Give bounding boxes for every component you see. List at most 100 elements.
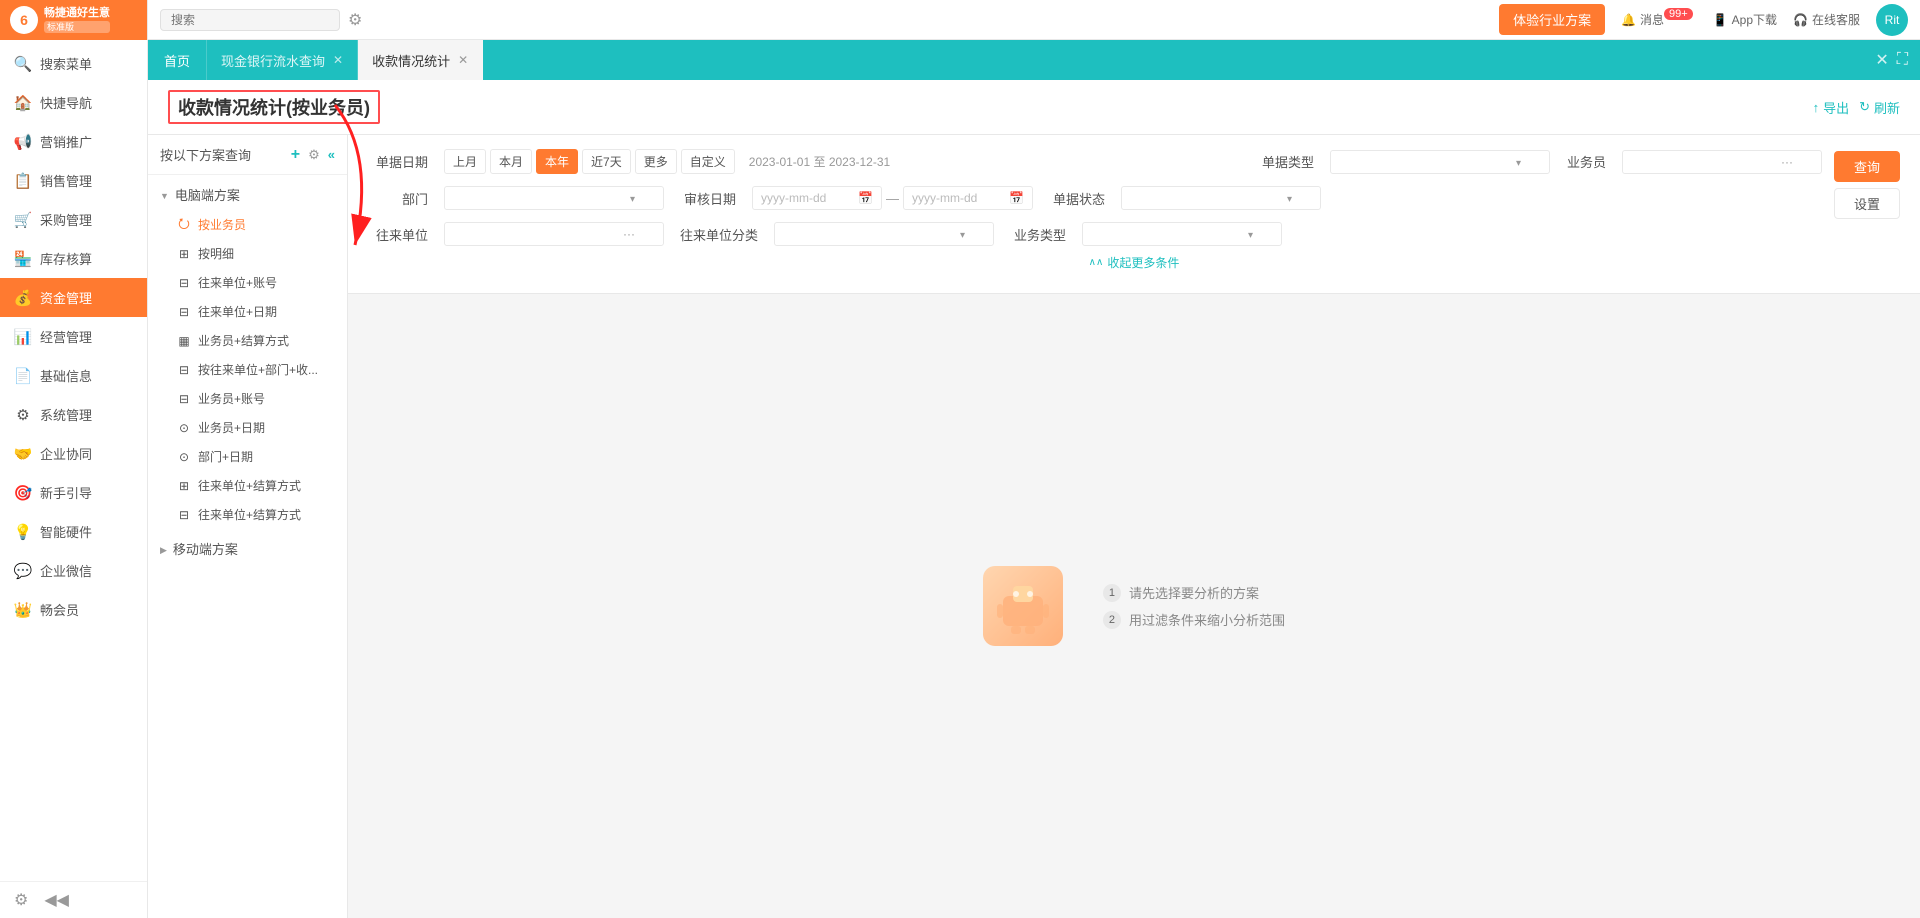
inventory-icon: 🏪	[14, 250, 32, 268]
sidebar-item-purchase[interactable]: 🛒 采购管理	[0, 200, 147, 239]
counterpart-label: 往来单位	[368, 225, 428, 244]
schema-item-unit-date[interactable]: ⊟ 往来单位+日期	[148, 297, 347, 326]
online-service-label: 在线客服	[1812, 11, 1860, 28]
sidebar-item-search[interactable]: 🔍 搜索菜单	[0, 44, 147, 83]
schema-group-desktop-title[interactable]: 电脑端方案	[148, 179, 347, 210]
counterpart-cat-select[interactable]	[774, 222, 994, 246]
empty-robot-illustration	[983, 566, 1063, 646]
sidebar-bottom: ⚙ ◀◀	[0, 881, 147, 918]
basic-icon: 📄	[14, 367, 32, 385]
schema-item-dept-date[interactable]: ⊙ 部门+日期	[148, 442, 347, 471]
tab-collection-stats-close[interactable]: ✕	[458, 53, 468, 67]
tab-bar-right: ✕ ⛶	[1875, 50, 1920, 70]
schema-item-salesman-settle[interactable]: ▦ 业务员+结算方式	[148, 326, 347, 355]
topbar-settings-icon[interactable]: ⚙	[348, 10, 362, 30]
settings-button[interactable]: 设置	[1834, 188, 1900, 219]
date-tab-this-year[interactable]: 本年	[536, 149, 578, 174]
salesman-account-icon: ⊟	[176, 391, 192, 407]
tab-expand-icon[interactable]: ⛶	[1897, 51, 1908, 69]
doc-type-select[interactable]	[1330, 150, 1550, 174]
sidebar-item-hardware[interactable]: 💡 智能硬件	[0, 512, 147, 551]
date-tab-custom[interactable]: 自定义	[681, 149, 735, 174]
left-panel-header: 按以下方案查询 + ⚙ «	[148, 135, 347, 175]
counterpart-select[interactable]: ···	[444, 222, 664, 246]
date-dash: —	[886, 191, 899, 206]
salesman-settle-icon: ▦	[176, 333, 192, 349]
operation-icon: 📊	[14, 328, 32, 346]
page-title: 收款情况统计(按业务员)	[178, 98, 370, 118]
topbar-search-input[interactable]	[160, 9, 340, 31]
sidebar-item-system[interactable]: ⚙ 系统管理	[0, 395, 147, 434]
sidebar-item-sales[interactable]: 📋 销售管理	[0, 161, 147, 200]
date-tab-7days[interactable]: 近7天	[582, 149, 631, 174]
schema-settings-icon[interactable]: ⚙	[308, 147, 320, 163]
collapse-bar[interactable]: ∧∧ 收起更多条件	[368, 246, 1900, 279]
date-label: 单据日期	[368, 152, 428, 171]
filter-row-1: 单据日期 上月 本月 本年 近7天 更多 自定义 20	[368, 149, 1822, 174]
query-button[interactable]: 查询	[1834, 151, 1900, 182]
left-panel-header-icons: + ⚙ «	[291, 146, 335, 164]
tab-home[interactable]: 首页	[148, 40, 207, 80]
system-icon: ⚙	[14, 406, 32, 424]
schema-item-salesman-account[interactable]: ⊟ 业务员+账号	[148, 384, 347, 413]
unit-settle2-icon: ⊟	[176, 507, 192, 523]
online-service-icon-area[interactable]: 🎧 在线客服	[1793, 11, 1860, 28]
trial-button[interactable]: 体验行业方案	[1499, 4, 1605, 35]
dept-select[interactable]	[444, 186, 664, 210]
schema-item-unit-settle1[interactable]: ⊞ 往来单位+结算方式	[148, 471, 347, 500]
sidebar-item-basic[interactable]: 📄 基础信息	[0, 356, 147, 395]
topbar-right: 体验行业方案 🔔 消息 99+ 📱 App下载 🎧 在线客服 Rit	[1483, 4, 1908, 36]
sidebar-menu: 🔍 搜索菜单 🏠 快捷导航 📢 营销推广 📋 销售管理 🛒 采购管理 🏪 库存核…	[0, 40, 147, 881]
tab-bank-flow-close[interactable]: ✕	[333, 53, 343, 67]
service-icon: 🎧	[1793, 13, 1808, 27]
audit-date-from[interactable]: yyyy-mm-dd 📅	[752, 186, 882, 210]
sidebar-item-guide[interactable]: 🎯 新手引导	[0, 473, 147, 512]
sidebar-item-operation[interactable]: 📊 经营管理	[0, 317, 147, 356]
date-tab-this-month[interactable]: 本月	[490, 149, 532, 174]
collapse-panel-icon[interactable]: «	[328, 147, 335, 162]
tab-collection-stats[interactable]: 收款情况统计 ✕	[358, 40, 483, 80]
audit-date-label: 审核日期	[680, 189, 736, 208]
date-tab-more[interactable]: 更多	[635, 149, 677, 174]
notification-count: 99+	[1664, 8, 1693, 20]
sidebar-item-inventory[interactable]: 🏪 库存核算	[0, 239, 147, 278]
sidebar-item-nav[interactable]: 🏠 快捷导航	[0, 83, 147, 122]
schema-item-salesman-date[interactable]: ⊙ 业务员+日期	[148, 413, 347, 442]
marketing-icon: 📢	[14, 133, 32, 151]
sidebar-item-wechat[interactable]: 💬 企业微信	[0, 551, 147, 590]
sidebar-item-finance[interactable]: 💰 资金管理	[0, 278, 147, 317]
schema-item-detail[interactable]: ⊞ 按明细	[148, 239, 347, 268]
sidebar-item-member[interactable]: 👑 畅会员	[0, 590, 147, 629]
date-tab-last-month[interactable]: 上月	[444, 149, 486, 174]
main-wrap: 首页 现金银行流水查询 ✕ 收款情况统计 ✕ ✕ ⛶ 收款情况统计(按业务员) …	[148, 40, 1920, 918]
schema-item-unit-dept[interactable]: ⊟ 按往来单位+部门+收...	[148, 355, 347, 384]
query-actions: 查询 设置	[1834, 149, 1900, 219]
biz-type-select[interactable]	[1082, 222, 1282, 246]
unit-date-icon: ⊟	[176, 304, 192, 320]
doc-status-label: 单据状态	[1049, 189, 1105, 208]
app-download-icon-area[interactable]: 📱 App下载	[1713, 11, 1777, 28]
tab-bank-flow[interactable]: 现金银行流水查询 ✕	[207, 40, 358, 80]
collapse-sidebar-icon[interactable]: ◀◀	[44, 890, 69, 910]
logo-area: 6 畅捷通好生意 标准版	[0, 0, 147, 40]
refresh-button[interactable]: ↻ 刷新	[1859, 98, 1900, 117]
schema-item-unit-account[interactable]: ⊟ 往来单位+账号	[148, 268, 347, 297]
collab-icon: 🤝	[14, 445, 32, 463]
salesman-select[interactable]: ···	[1622, 150, 1822, 174]
user-avatar[interactable]: Rit	[1876, 4, 1908, 36]
tab-close-all-icon[interactable]: ✕	[1875, 50, 1888, 70]
add-schema-icon[interactable]: +	[291, 146, 300, 164]
sidebar-item-collab[interactable]: 🤝 企业协同	[0, 434, 147, 473]
empty-tip-1: 1 请先选择要分析的方案	[1103, 583, 1285, 602]
settings-bottom-icon[interactable]: ⚙	[14, 890, 28, 910]
schema-group-mobile-title[interactable]: 移动端方案	[148, 533, 347, 564]
notification-icon-area[interactable]: 🔔 消息 99+	[1621, 11, 1697, 28]
topbar: ⚙ 体验行业方案 🔔 消息 99+ 📱 App下载 🎧 在线客服 Rit	[148, 0, 1920, 40]
schema-item-unit-settle2[interactable]: ⊟ 往来单位+结算方式	[148, 500, 347, 529]
audit-date-to[interactable]: yyyy-mm-dd 📅	[903, 186, 1033, 210]
export-button[interactable]: ↑ 导出	[1813, 98, 1850, 117]
counterpart-cat-label: 往来单位分类	[680, 225, 758, 244]
schema-item-salesman[interactable]: ⭮ 按业务员	[148, 210, 347, 239]
doc-status-select[interactable]	[1121, 186, 1321, 210]
sidebar-item-marketing[interactable]: 📢 营销推广	[0, 122, 147, 161]
